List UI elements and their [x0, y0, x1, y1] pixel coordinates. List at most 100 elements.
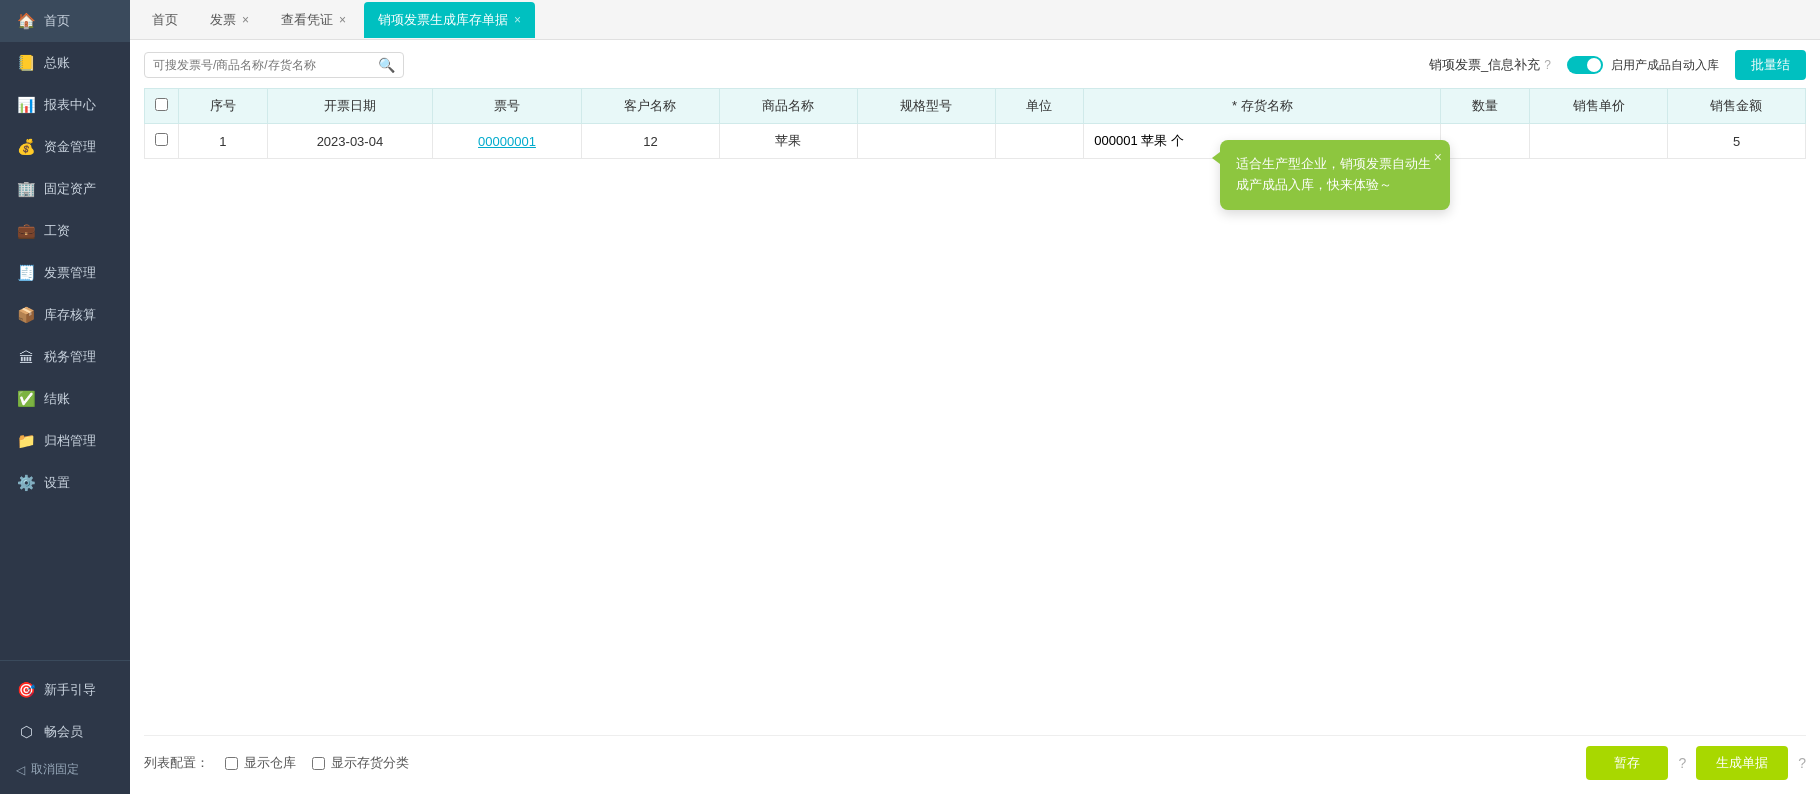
sidebar-item-guide[interactable]: 🎯 新手引导	[0, 669, 130, 711]
sidebar-item-label: 结账	[44, 390, 70, 408]
sidebar-item-member[interactable]: ⬡ 畅会员	[0, 711, 130, 753]
show-category-wrap[interactable]: 显示存货分类	[312, 754, 409, 772]
row-qty	[1441, 124, 1530, 159]
tooltip-close-button[interactable]: ×	[1434, 146, 1442, 168]
sidebar-item-tax[interactable]: 🏛 税务管理	[0, 336, 130, 378]
home-icon: 🏠	[16, 12, 36, 30]
toolbar-row: 🔍 销项发票_信息补充 ? 启用产成品自动入库 批量结	[144, 50, 1806, 80]
sidebar-item-settings[interactable]: ⚙️ 设置	[0, 462, 130, 504]
tab-bar: 首页 发票 × 查看凭证 × 销项发票生成库存单据 ×	[130, 0, 1820, 40]
auto-warehouse-toggle[interactable]	[1567, 56, 1603, 74]
sidebar-item-label: 资金管理	[44, 138, 96, 156]
toggle-wrap: 启用产成品自动入库	[1567, 56, 1719, 74]
finance-icon: 💰	[16, 138, 36, 156]
search-icon[interactable]: 🔍	[378, 57, 395, 73]
tab-store-close[interactable]: ×	[514, 13, 521, 27]
sidebar-item-home[interactable]: 🏠 首页	[0, 0, 130, 42]
config-label: 列表配置：	[144, 754, 209, 772]
sidebar-item-label: 报表中心	[44, 96, 96, 114]
main-area: 首页 发票 × 查看凭证 × 销项发票生成库存单据 × 🔍 销项发票_信息补充 …	[130, 0, 1820, 794]
sidebar-item-inventory[interactable]: 📦 库存核算	[0, 294, 130, 336]
show-warehouse-wrap[interactable]: 显示仓库	[225, 754, 296, 772]
tooltip-text: 适合生产型企业，销项发票自动生成产成品入库，快来体验～	[1236, 156, 1431, 192]
tax-icon: 🏛	[16, 349, 36, 366]
sidebar-item-label: 税务管理	[44, 348, 96, 366]
generate-help-icon[interactable]: ?	[1798, 755, 1806, 771]
sidebar-item-label: 畅会员	[44, 723, 83, 741]
table-wrap: 序号 开票日期 票号 客户名称 商品名称 规格型号 单位 * 存货名称 数量 销…	[144, 88, 1806, 735]
sidebar-item-asset[interactable]: 🏢 固定资产	[0, 168, 130, 210]
table-row: 1 2023-03-04 00000001 12 苹果 5	[145, 124, 1806, 159]
row-price	[1530, 124, 1668, 159]
tab-home[interactable]: 首页	[138, 2, 192, 38]
ledger-icon: 📒	[16, 54, 36, 72]
tab-invoice-close[interactable]: ×	[242, 13, 249, 27]
sidebar-item-finance[interactable]: 💰 资金管理	[0, 126, 130, 168]
search-input[interactable]	[153, 58, 372, 72]
sidebar-item-report[interactable]: 📊 报表中心	[0, 84, 130, 126]
asset-icon: 🏢	[16, 180, 36, 198]
show-warehouse-checkbox[interactable]	[225, 757, 238, 770]
table-header-row: 序号 开票日期 票号 客户名称 商品名称 规格型号 单位 * 存货名称 数量 销…	[145, 89, 1806, 124]
sidebar-item-invoice[interactable]: 🧾 发票管理	[0, 252, 130, 294]
tab-store[interactable]: 销项发票生成库存单据 ×	[364, 2, 535, 38]
row-unit	[995, 124, 1084, 159]
labor-icon: 💼	[16, 222, 36, 240]
row-checkbox[interactable]	[155, 133, 168, 146]
tab-invoice[interactable]: 发票 ×	[196, 2, 263, 38]
header-unit: 单位	[995, 89, 1084, 124]
header-checkbox-cell	[145, 89, 179, 124]
header-ticket: 票号	[433, 89, 582, 124]
generate-button[interactable]: 生成单据	[1696, 746, 1788, 780]
toolbar-right: 销项发票_信息补充 ? 启用产成品自动入库 批量结	[1429, 50, 1806, 80]
info-help-icon[interactable]: ?	[1544, 58, 1551, 72]
show-warehouse-label: 显示仓库	[244, 754, 296, 772]
show-category-label: 显示存货分类	[331, 754, 409, 772]
sidebar-item-label: 发票管理	[44, 264, 96, 282]
sidebar: 🏠 首页 📒 总账 📊 报表中心 💰 资金管理 🏢 固定资产 💼 工资 🧾 发票…	[0, 0, 130, 794]
sidebar-item-archive[interactable]: 📁 归档管理	[0, 420, 130, 462]
header-customer: 客户名称	[581, 89, 719, 124]
header-product: 商品名称	[719, 89, 857, 124]
invoice-icon: 🧾	[16, 264, 36, 282]
search-box[interactable]: 🔍	[144, 52, 404, 78]
sidebar-item-label: 工资	[44, 222, 70, 240]
report-icon: 📊	[16, 96, 36, 114]
tab-voucher-label: 查看凭证	[281, 11, 333, 29]
row-seq: 1	[179, 124, 268, 159]
row-ticket[interactable]: 00000001	[433, 124, 582, 159]
footer-left: 列表配置： 显示仓库 显示存货分类	[144, 754, 409, 772]
content-area: 🔍 销项发票_信息补充 ? 启用产成品自动入库 批量结	[130, 40, 1820, 794]
tab-store-label: 销项发票生成库存单据	[378, 11, 508, 29]
batch-button[interactable]: 批量结	[1735, 50, 1806, 80]
info-label: 销项发票_信息补充 ?	[1429, 56, 1551, 74]
row-amount: 5	[1667, 124, 1805, 159]
tab-voucher[interactable]: 查看凭证 ×	[267, 2, 360, 38]
data-table: 序号 开票日期 票号 客户名称 商品名称 规格型号 单位 * 存货名称 数量 销…	[144, 88, 1806, 159]
tab-invoice-label: 发票	[210, 11, 236, 29]
sidebar-item-label: 新手引导	[44, 681, 96, 699]
row-customer: 12	[581, 124, 719, 159]
sidebar-item-label: 总账	[44, 54, 70, 72]
header-seq: 序号	[179, 89, 268, 124]
info-label-text: 销项发票_信息补充	[1429, 56, 1540, 74]
member-icon: ⬡	[16, 723, 36, 741]
sidebar-item-settlement[interactable]: ✅ 结账	[0, 378, 130, 420]
footer-actions: 暂存 ? 生成单据 ?	[1586, 746, 1806, 780]
show-category-checkbox[interactable]	[312, 757, 325, 770]
select-all-checkbox[interactable]	[155, 98, 168, 111]
sidebar-bottom: 🎯 新手引导 ⬡ 畅会员 ◁ 取消固定	[0, 660, 130, 794]
settings-icon: ⚙️	[16, 474, 36, 492]
footer-row: 列表配置： 显示仓库 显示存货分类 暂存 ? 生成单据 ?	[144, 735, 1806, 784]
pin-toggle[interactable]: ◁ 取消固定	[0, 753, 130, 786]
header-price: 销售单价	[1530, 89, 1668, 124]
save-button[interactable]: 暂存	[1586, 746, 1668, 780]
header-amount: 销售金额	[1667, 89, 1805, 124]
guide-icon: 🎯	[16, 681, 36, 699]
archive-icon: 📁	[16, 432, 36, 450]
settlement-icon: ✅	[16, 390, 36, 408]
sidebar-item-labor[interactable]: 💼 工资	[0, 210, 130, 252]
save-help-icon[interactable]: ?	[1678, 755, 1686, 771]
sidebar-item-ledger[interactable]: 📒 总账	[0, 42, 130, 84]
tab-voucher-close[interactable]: ×	[339, 13, 346, 27]
